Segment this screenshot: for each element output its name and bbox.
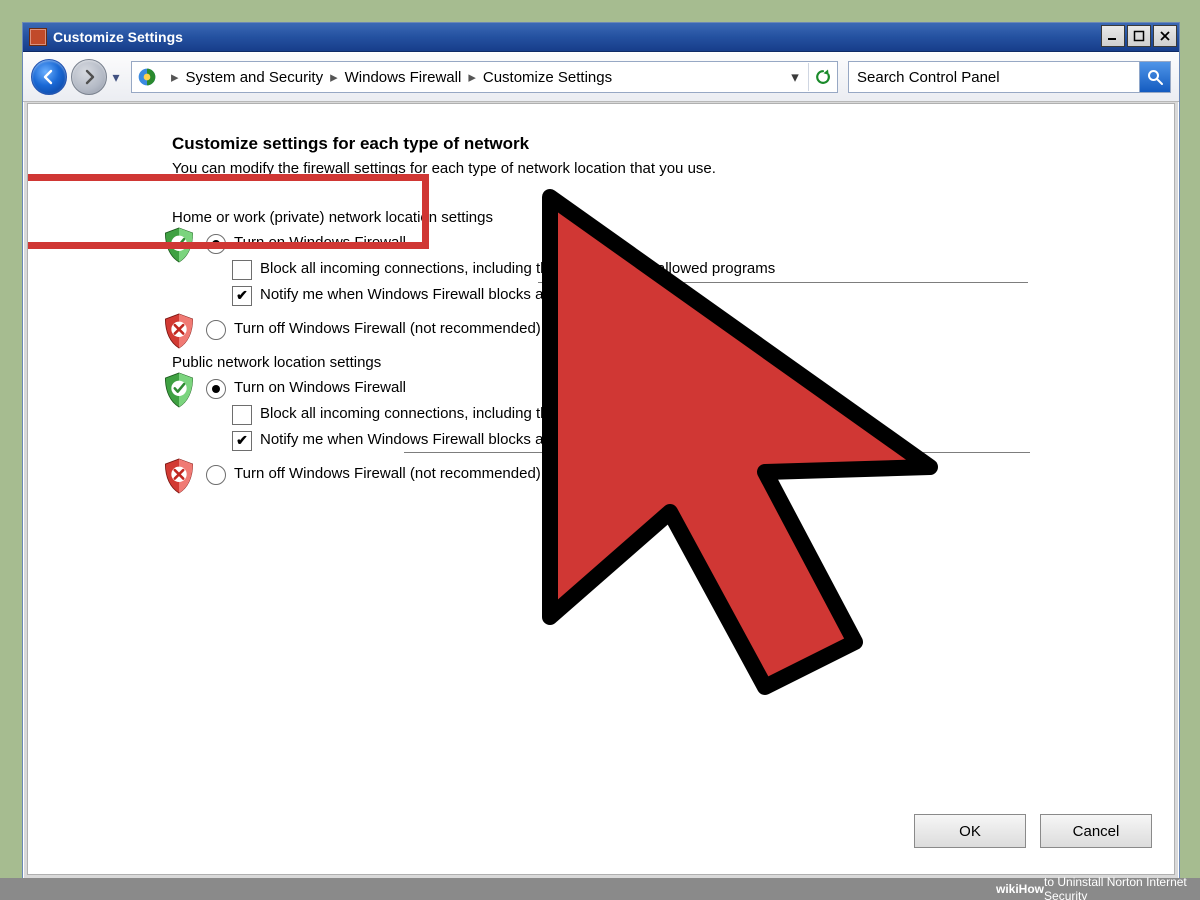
chevron-right-icon: ▸	[171, 68, 179, 86]
shield-off-icon	[162, 457, 196, 495]
breadcrumb-item[interactable]: Customize Settings	[483, 69, 612, 86]
title-bar: Customize Settings	[23, 23, 1179, 52]
chevron-right-icon: ▸	[330, 68, 338, 86]
nav-forward-button[interactable]	[71, 59, 107, 95]
close-button[interactable]	[1153, 25, 1177, 47]
nav-history-drop[interactable]: ▾	[107, 69, 125, 86]
search-button[interactable]	[1139, 62, 1170, 92]
label-public-on: Turn on Windows Firewall	[234, 379, 406, 396]
label-public-off: Turn off Windows Firewall (not recommend…	[234, 465, 541, 482]
search-input[interactable]	[849, 69, 1139, 86]
firewall-icon	[136, 66, 158, 88]
section-header-public: Public network location settings	[172, 354, 1150, 371]
page-subtitle: You can modify the firewall settings for…	[172, 160, 1150, 177]
section-rule	[404, 452, 1030, 453]
radio-private-on[interactable]	[206, 234, 226, 254]
chevron-right-icon: ▸	[468, 68, 476, 86]
minimize-button[interactable]	[1101, 25, 1125, 47]
section-header-private: Home or work (private) network location …	[172, 209, 1150, 226]
page-title: Customize settings for each type of netw…	[172, 134, 1150, 154]
breadcrumb-item[interactable]: Windows Firewall	[345, 69, 462, 86]
radio-public-on[interactable]	[206, 379, 226, 399]
nav-back-button[interactable]	[31, 59, 67, 95]
watermark-text: to Uninstall Norton Internet Security	[1044, 875, 1200, 900]
label-public-notify: Notify me when Windows Firewall blocks a…	[260, 431, 635, 448]
refresh-button[interactable]	[808, 63, 837, 91]
address-bar[interactable]: ▸ System and Security ▸ Windows Firewall…	[131, 61, 838, 93]
nav-toolbar: ▾ ▸ System and Security ▸ Windows Firewa…	[23, 52, 1179, 102]
shield-on-icon	[162, 371, 196, 409]
wikihow-watermark: wikiHow to Uninstall Norton Internet Sec…	[0, 878, 1200, 900]
radio-private-off[interactable]	[206, 320, 226, 340]
shield-on-icon	[162, 226, 196, 264]
label-public-block: Block all incoming connections, includin…	[260, 405, 636, 422]
checkbox-public-notify[interactable]	[232, 431, 252, 451]
checkbox-private-notify[interactable]	[232, 286, 252, 306]
checkbox-public-block[interactable]	[232, 405, 252, 425]
label-private-notify: Notify me when Windows Firewall blocks a…	[260, 286, 635, 303]
window-title: Customize Settings	[53, 29, 183, 45]
watermark-brand: wikiHow	[996, 882, 1044, 896]
content-pane: Customize settings for each type of netw…	[27, 103, 1175, 875]
label-private-off: Turn off Windows Firewall (not recommend…	[234, 320, 541, 337]
shield-off-icon	[162, 312, 196, 350]
radio-public-off[interactable]	[206, 465, 226, 485]
ok-button[interactable]: OK	[914, 814, 1026, 848]
addr-dropdown-icon[interactable]: ▾	[782, 68, 808, 86]
firewall-appicon	[29, 28, 47, 46]
label-private-on: Turn on Windows Firewall	[234, 234, 406, 251]
cancel-button[interactable]: Cancel	[1040, 814, 1152, 848]
search-box[interactable]	[848, 61, 1171, 93]
checkbox-private-block[interactable]	[232, 260, 252, 280]
breadcrumb-item[interactable]: System and Security	[186, 69, 324, 86]
label-private-block: Block all incoming connections, includin…	[260, 260, 775, 277]
maximize-button[interactable]	[1127, 25, 1151, 47]
